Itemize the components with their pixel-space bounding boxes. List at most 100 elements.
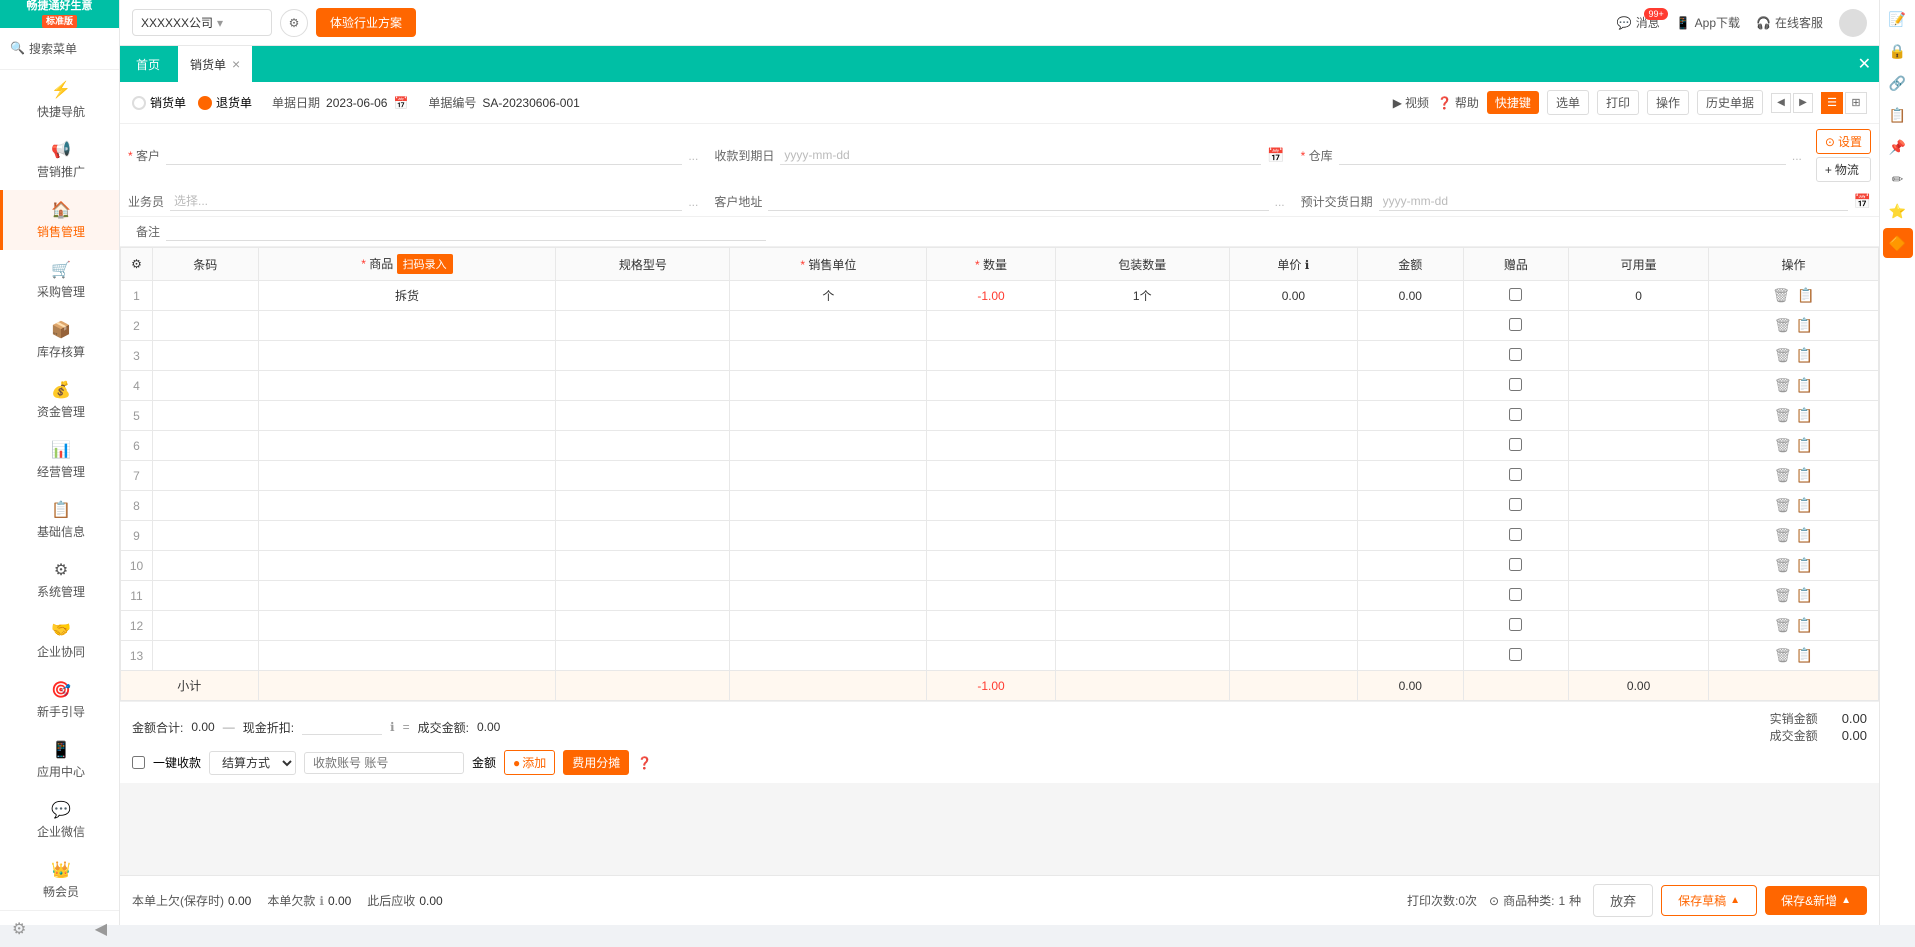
gift-checkbox[interactable] <box>1509 528 1522 541</box>
expected-date-input[interactable] <box>1379 192 1848 211</box>
right-panel-icon-8[interactable]: 🔶 <box>1883 228 1913 258</box>
tab-close-btn[interactable]: × <box>232 56 240 72</box>
sidebar-nav-item-marketing[interactable]: 📢 营销推广 <box>0 130 119 190</box>
radio-return[interactable]: 退货单 <box>198 94 252 111</box>
discount-input[interactable] <box>302 720 382 735</box>
user-avatar[interactable] <box>1839 9 1867 37</box>
gift-checkbox[interactable] <box>1509 468 1522 481</box>
sidebar-nav-item-system[interactable]: ⚙ 系统管理 <box>0 550 119 610</box>
sidebar-nav-item-sales[interactable]: 🏠 销售管理 <box>0 190 119 250</box>
product-kind[interactable]: ⊙ 商品种类: 1 种 <box>1489 892 1581 909</box>
delete-btn[interactable]: 🗑 <box>1772 557 1794 574</box>
due-date-calendar-icon[interactable]: 📅 <box>1267 147 1284 164</box>
cell-pkg-qty-1[interactable]: 1个 <box>1055 281 1229 311</box>
one-click-checkbox[interactable] <box>132 756 145 769</box>
copy-btn[interactable]: 📋 <box>1794 557 1815 574</box>
copy-btn[interactable]: 📋 <box>1794 377 1815 394</box>
th-gear[interactable]: ⚙ <box>121 248 153 281</box>
sidebar-nav-item-member[interactable]: 👑 畅会员 <box>0 850 119 910</box>
settings-btn[interactable]: ⊙ 设置 <box>1816 129 1871 154</box>
warehouse-input[interactable]: 建材仓 <box>1339 146 1786 165</box>
copy-btn[interactable]: 📋 <box>1794 347 1815 364</box>
search-menu-btn[interactable]: 🔍 搜索菜单 <box>6 36 113 61</box>
cell-product-1[interactable]: 拆货 <box>258 281 556 311</box>
sidebar-nav-item-base[interactable]: 📋 基础信息 <box>0 490 119 550</box>
fee-help-icon[interactable]: ❓ <box>637 756 652 770</box>
copy-btn[interactable]: 📋 <box>1794 467 1815 484</box>
next-arrow[interactable]: ▶ <box>1793 93 1813 113</box>
collapse-icon[interactable]: ◀ <box>95 919 107 939</box>
shortcut-btn[interactable]: 快捷键 <box>1487 91 1539 114</box>
gift-checkbox[interactable] <box>1509 348 1522 361</box>
settings-bottom-icon[interactable]: ⚙ <box>12 919 26 939</box>
gift-checkbox[interactable] <box>1509 558 1522 571</box>
service-btn[interactable]: 🎧 在线客服 <box>1756 14 1823 31</box>
gift-checkbox[interactable] <box>1509 618 1522 631</box>
history-btn[interactable]: 历史单据 <box>1697 90 1763 115</box>
delete-btn[interactable]: 🗑 <box>1772 347 1794 364</box>
sidebar-nav-item-purchase[interactable]: 🛒 采购管理 <box>0 250 119 310</box>
due-date-input[interactable] <box>780 146 1261 165</box>
sidebar-nav-item-inventory[interactable]: 📦 库存核算 <box>0 310 119 370</box>
help-action[interactable]: ❓ 帮助 <box>1437 94 1479 111</box>
delete-btn[interactable]: 🗑 <box>1772 617 1794 634</box>
sidebar-nav-item-operation[interactable]: 📊 经营管理 <box>0 430 119 490</box>
sidebar-nav-item-wechat[interactable]: 💬 企业微信 <box>0 790 119 850</box>
copy-btn[interactable]: 📋 <box>1794 437 1815 454</box>
customer-addr-dots[interactable]: ... <box>1275 195 1285 209</box>
save-new-btn[interactable]: 保存&新增 ▲ <box>1765 886 1867 915</box>
right-panel-icon-7[interactable]: ⭐ <box>1883 196 1913 226</box>
company-settings-btn[interactable]: ⚙ <box>280 9 308 37</box>
salesperson-dots[interactable]: ... <box>688 195 698 209</box>
payment-method-select[interactable]: 结算方式 <box>209 751 296 775</box>
right-panel-icon-2[interactable]: 🔒 <box>1883 36 1913 66</box>
print-btn[interactable]: 打印 <box>1597 90 1639 115</box>
gift-checkbox[interactable] <box>1509 588 1522 601</box>
scan-btn[interactable]: 扫码录入 <box>397 254 453 274</box>
gift-checkbox[interactable] <box>1509 318 1522 331</box>
delete-btn[interactable]: 🗑 <box>1772 437 1794 454</box>
save-draft-btn[interactable]: 保存草稿 ▲ <box>1661 885 1757 916</box>
copy-btn[interactable]: 📋 <box>1794 497 1815 514</box>
app-download-btn[interactable]: 📱 App下载 <box>1676 14 1740 31</box>
salesperson-input[interactable] <box>170 192 682 211</box>
sidebar-nav-item-appstore[interactable]: 📱 应用中心 <box>0 730 119 790</box>
add-payment-btn[interactable]: ● 添加 <box>504 750 555 775</box>
delete-btn[interactable]: 🗑 <box>1772 527 1794 544</box>
copy-btn[interactable]: 📋 <box>1794 527 1815 544</box>
copy-btn[interactable]: 📋 <box>1794 617 1815 634</box>
gift-checkbox[interactable] <box>1509 408 1522 421</box>
customer-dots[interactable]: ... <box>688 149 698 163</box>
cell-qty-1[interactable]: -1.00 <box>927 281 1055 311</box>
copy-row-1-btn[interactable]: 📋 <box>1795 287 1816 304</box>
remarks-input[interactable] <box>166 222 766 241</box>
video-action[interactable]: ▶ 视频 <box>1393 94 1429 111</box>
delete-btn[interactable]: 🗑 <box>1772 407 1794 424</box>
operate-btn[interactable]: 操作 <box>1647 90 1689 115</box>
gift-checkbox-1[interactable] <box>1509 288 1522 301</box>
delete-btn[interactable]: 🗑 <box>1772 467 1794 484</box>
copy-btn[interactable]: 📋 <box>1794 407 1815 424</box>
close-all-tabs-btn[interactable]: ✕ <box>1858 56 1871 73</box>
tab-sales-order[interactable]: 销货单 × <box>178 46 252 82</box>
copy-btn[interactable]: 📋 <box>1794 587 1815 604</box>
tab-home[interactable]: 首页 <box>120 46 176 82</box>
cell-barcode-1[interactable] <box>153 281 259 311</box>
cell-gift-1[interactable] <box>1463 281 1569 311</box>
info-circle[interactable]: ℹ <box>319 894 324 908</box>
cell-amount-1[interactable]: 0.00 <box>1357 281 1463 311</box>
customer-input[interactable] <box>166 146 682 165</box>
sidebar-nav-item-guide[interactable]: 🎯 新手引导 <box>0 670 119 730</box>
radio-sales[interactable]: 销货单 <box>132 94 186 111</box>
logistics-btn[interactable]: + 物流 <box>1816 157 1871 182</box>
calendar-icon[interactable]: 📅 <box>393 96 408 110</box>
gift-checkbox[interactable] <box>1509 378 1522 391</box>
warehouse-dots[interactable]: ... <box>1792 149 1802 163</box>
cell-unit-1[interactable]: 个 <box>730 281 927 311</box>
select-btn[interactable]: 选单 <box>1547 90 1589 115</box>
trial-btn[interactable]: 体验行业方案 <box>316 8 416 37</box>
account-input[interactable] <box>304 752 464 774</box>
right-panel-icon-6[interactable]: ✏ <box>1883 164 1913 194</box>
cell-spec-1[interactable] <box>556 281 730 311</box>
copy-btn[interactable]: 📋 <box>1794 317 1815 334</box>
